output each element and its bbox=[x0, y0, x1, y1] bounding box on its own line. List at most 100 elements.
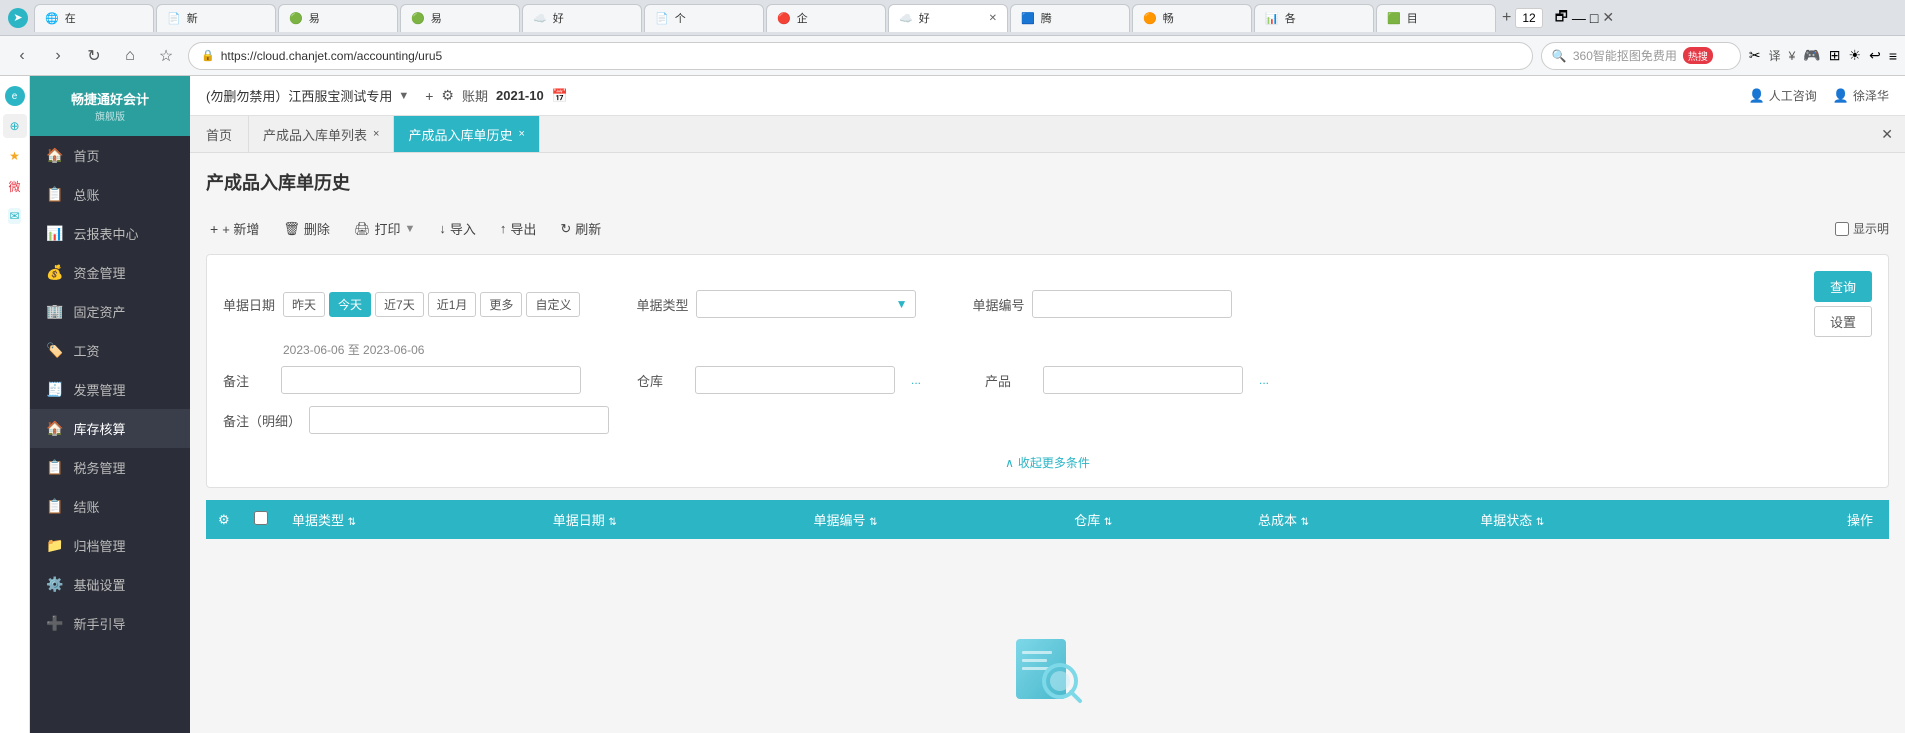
sidebar-item-more[interactable]: ➕ 新手引导 bbox=[30, 604, 190, 643]
col-gear[interactable]: ⚙ bbox=[206, 500, 242, 539]
query-button[interactable]: 查询 bbox=[1814, 271, 1872, 302]
restore-window-icon[interactable]: 🗗 bbox=[1555, 6, 1568, 30]
tab-close-button[interactable]: ✕ bbox=[1869, 116, 1905, 152]
product-input[interactable] bbox=[1043, 366, 1243, 394]
browser-tab-8[interactable]: ☁️ 好 ✕ bbox=[888, 4, 1008, 32]
calendar-icon[interactable]: 📅 bbox=[552, 88, 568, 104]
service-button[interactable]: 👤 人工咨询 bbox=[1749, 87, 1817, 104]
import-button[interactable]: ↓ 导入 bbox=[435, 217, 480, 240]
sidebar-item-basic[interactable]: ⚙️ 基础设置 bbox=[30, 565, 190, 604]
browser-tab-9[interactable]: 🟦 腾 bbox=[1010, 4, 1130, 32]
url-bar[interactable]: 🔒 https://cloud.chanjet.com/accounting/u… bbox=[188, 42, 1533, 70]
game-icon[interactable]: 🎮 bbox=[1803, 47, 1820, 64]
translate-icon[interactable]: 译 bbox=[1769, 47, 1781, 64]
forward-button[interactable]: › bbox=[44, 42, 72, 70]
refresh-button[interactable]: ↻ 刷新 bbox=[556, 217, 605, 240]
col-warehouse[interactable]: 仓库 ⇅ bbox=[1062, 500, 1246, 539]
home-button[interactable]: ⌂ bbox=[116, 42, 144, 70]
collapse-button[interactable]: ∧ 收起更多条件 bbox=[1005, 454, 1090, 471]
account-selector[interactable]: (勿删勿禁用）江西服宝测试专用 ▼ bbox=[206, 86, 409, 105]
sidebar-item-invoice[interactable]: 🧾 发票管理 bbox=[30, 370, 190, 409]
sidebar-item-reports[interactable]: 📊 云报表中心 bbox=[30, 214, 190, 253]
browser-tab-3[interactable]: 🟢 易 bbox=[278, 4, 398, 32]
sidebar-item-fixed[interactable]: 🏢 固定资产 bbox=[30, 292, 190, 331]
tab-list[interactable]: 产成品入库单列表 × bbox=[249, 116, 394, 152]
grid-icon[interactable]: ⊞ bbox=[1829, 47, 1841, 64]
add-account-button[interactable]: + bbox=[425, 88, 433, 104]
delete-button[interactable]: 🗑 删除 bbox=[279, 217, 334, 240]
remark-input[interactable] bbox=[281, 366, 581, 394]
tab-9-label: 腾 bbox=[1041, 10, 1052, 26]
tab-8-label: 好 bbox=[919, 10, 930, 26]
maximize-icon[interactable]: □ bbox=[1590, 10, 1598, 26]
col-status[interactable]: 单据状态 ⇅ bbox=[1468, 500, 1729, 539]
settings-button[interactable]: 设置 bbox=[1814, 306, 1872, 337]
product-ellipsis[interactable]: ... bbox=[1251, 373, 1277, 387]
search-bar[interactable]: 🔍 360智能抠图免费用 热搜 bbox=[1541, 42, 1741, 70]
add-button[interactable]: + + 新增 bbox=[206, 217, 263, 240]
date-custom[interactable]: 自定义 bbox=[526, 292, 580, 317]
date-today[interactable]: 今天 bbox=[329, 292, 371, 317]
left-icon-2[interactable]: ⊕ bbox=[3, 114, 27, 138]
warehouse-ellipsis[interactable]: ... bbox=[903, 373, 929, 387]
browser-tab-7[interactable]: 🔴 企 bbox=[766, 4, 886, 32]
tab-history-close[interactable]: × bbox=[518, 128, 524, 140]
sidebar-item-inventory[interactable]: 🏠 库存核算 bbox=[30, 409, 190, 448]
sidebar-item-payroll[interactable]: 🏷️ 工资 bbox=[30, 331, 190, 370]
browser-tab-5[interactable]: ☁️ 好 bbox=[522, 4, 642, 32]
tab-8-close[interactable]: ✕ bbox=[989, 13, 997, 24]
col-number[interactable]: 单据编号 ⇅ bbox=[802, 500, 1063, 539]
refresh-button[interactable]: ↻ bbox=[80, 42, 108, 70]
select-all-checkbox[interactable] bbox=[254, 511, 268, 525]
date-1month[interactable]: 近1月 bbox=[428, 292, 477, 317]
date-7days[interactable]: 近7天 bbox=[375, 292, 424, 317]
tab-12-label: 目 bbox=[1407, 10, 1418, 26]
type-select[interactable]: ▼ bbox=[696, 290, 916, 318]
warehouse-input[interactable] bbox=[695, 366, 895, 394]
browser-tab-4[interactable]: 🟢 易 bbox=[400, 4, 520, 32]
browser-tab-11[interactable]: 📊 各 bbox=[1254, 4, 1374, 32]
undo-icon[interactable]: ↩ bbox=[1869, 47, 1881, 64]
col-checkbox[interactable] bbox=[242, 500, 280, 539]
bookmark-button[interactable]: ☆ bbox=[152, 42, 180, 70]
col-date[interactable]: 单据日期 ⇅ bbox=[541, 500, 802, 539]
sidebar-item-ledger[interactable]: 📋 总账 bbox=[30, 175, 190, 214]
tab-history[interactable]: 产成品入库单历史 × bbox=[394, 116, 539, 152]
left-icon-mail[interactable]: ✉ bbox=[3, 204, 27, 228]
sidebar-item-funds[interactable]: 💰 资金管理 bbox=[30, 253, 190, 292]
print-button[interactable]: 🖨 打印 ▼ bbox=[350, 217, 419, 240]
back-button[interactable]: ‹ bbox=[8, 42, 36, 70]
browser-tab-12[interactable]: 🟩 目 bbox=[1376, 4, 1496, 32]
show-detail-checkbox[interactable] bbox=[1835, 222, 1849, 236]
col-total-cost[interactable]: 总成本 ⇅ bbox=[1246, 500, 1468, 539]
minimize-icon[interactable]: — bbox=[1572, 10, 1586, 26]
col-status-label: 单据状态 bbox=[1480, 513, 1532, 528]
new-tab-button[interactable]: + bbox=[1502, 9, 1511, 27]
sidebar-item-archive[interactable]: 📁 归档管理 bbox=[30, 526, 190, 565]
sidebar-item-checkout[interactable]: 📋 结账 bbox=[30, 487, 190, 526]
currency-icon[interactable]: ¥ bbox=[1789, 49, 1796, 63]
left-icon-1[interactable]: e bbox=[3, 84, 27, 108]
sidebar-item-home[interactable]: 🏠 首页 bbox=[30, 136, 190, 175]
close-window-icon[interactable]: ✕ bbox=[1602, 9, 1614, 26]
user-button[interactable]: 👤 徐泽华 bbox=[1833, 87, 1889, 104]
sidebar-item-tax[interactable]: 📋 税务管理 bbox=[30, 448, 190, 487]
settings-ext-icon[interactable]: ≡ bbox=[1889, 48, 1897, 64]
settings-icon[interactable]: ⚙ bbox=[441, 87, 454, 104]
tab-list-close[interactable]: × bbox=[373, 128, 379, 140]
date-yesterday[interactable]: 昨天 bbox=[283, 292, 325, 317]
theme-icon[interactable]: ☀ bbox=[1849, 47, 1862, 64]
browser-tab-2[interactable]: 📄 新 bbox=[156, 4, 276, 32]
export-button[interactable]: ↑ 导出 bbox=[496, 217, 541, 240]
number-input[interactable] bbox=[1032, 290, 1232, 318]
left-icon-star[interactable]: ★ bbox=[3, 144, 27, 168]
date-more[interactable]: 更多 bbox=[480, 292, 522, 317]
detail-remark-input[interactable] bbox=[309, 406, 609, 434]
browser-tab-1[interactable]: 🌐 在 bbox=[34, 4, 154, 32]
col-type[interactable]: 单据类型 ⇅ bbox=[280, 500, 541, 539]
browser-tab-6[interactable]: 📄 个 bbox=[644, 4, 764, 32]
breadcrumb-home[interactable]: 首页 bbox=[190, 116, 249, 152]
left-icon-weibo[interactable]: 微 bbox=[3, 174, 27, 198]
browser-tab-10[interactable]: 🟠 畅 bbox=[1132, 4, 1252, 32]
scissors-icon[interactable]: ✂ bbox=[1749, 47, 1761, 64]
